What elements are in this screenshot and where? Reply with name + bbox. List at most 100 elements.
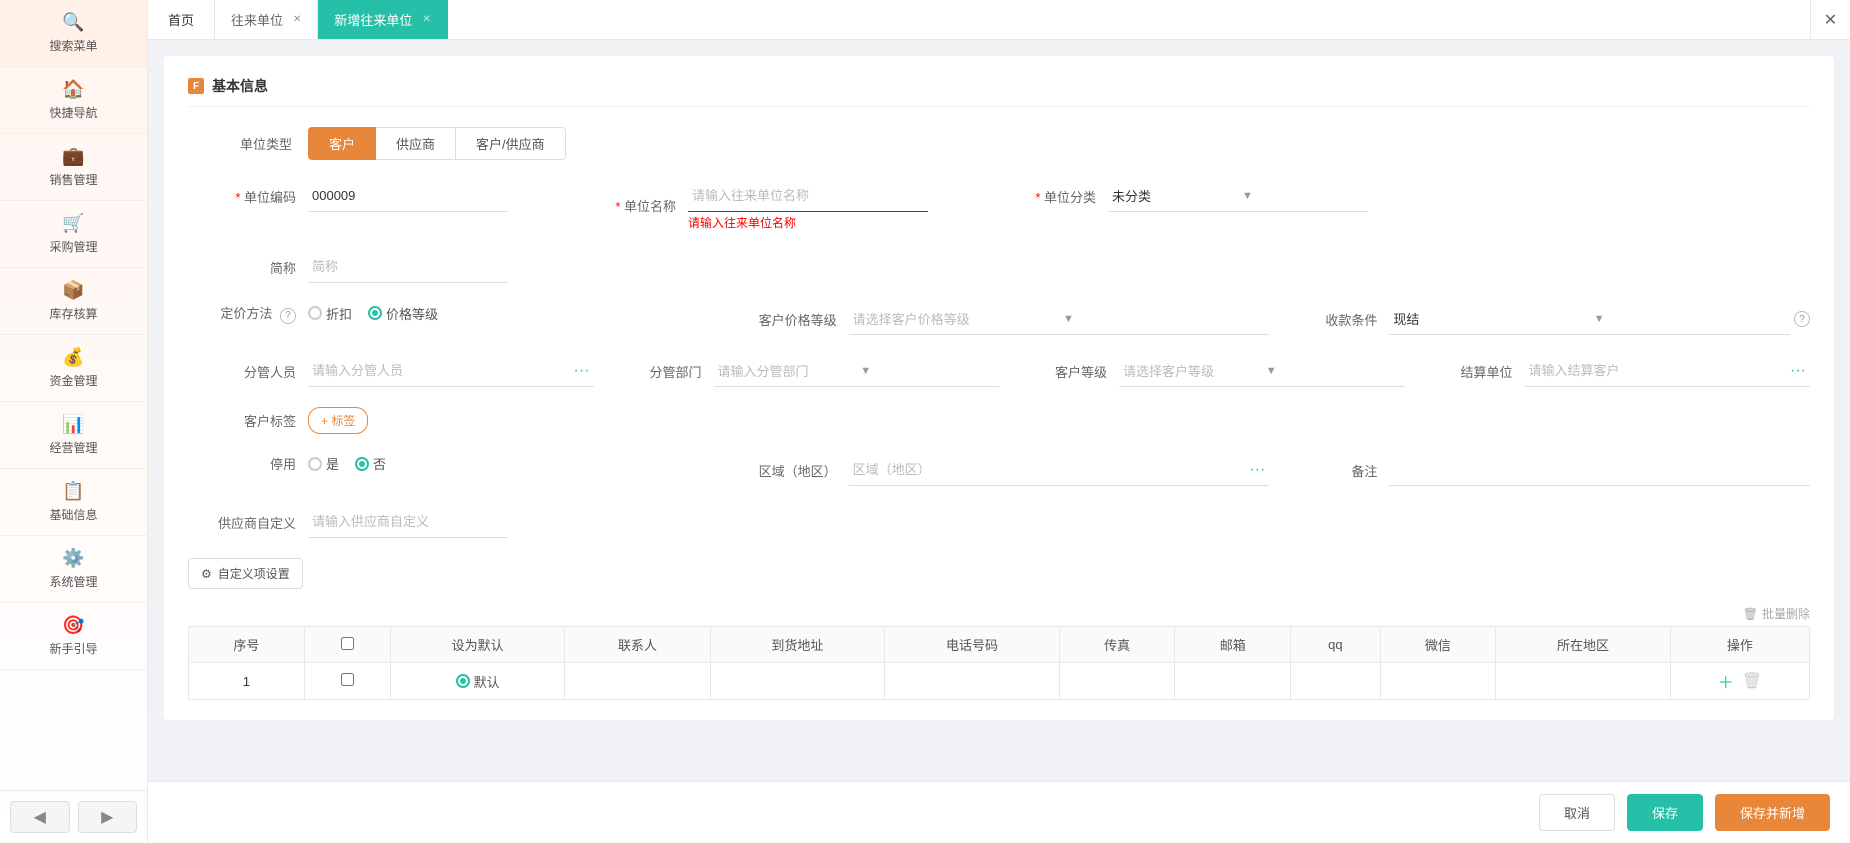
region-label: 区域（地区） xyxy=(729,461,849,480)
sidebar-item-label: 新手引导 xyxy=(49,640,97,657)
custom-settings-btn[interactable]: ⚙ 自定义项设置 xyxy=(188,558,303,589)
unit-code-field: 单位编码 xyxy=(188,180,568,212)
abbreviation-label: 简称 xyxy=(188,258,308,277)
region-input[interactable] xyxy=(849,462,1246,477)
department-select[interactable]: 请输入分管部门 ▼ xyxy=(714,355,1000,387)
pricing-radio-group: 折扣 价格等级 xyxy=(308,304,438,323)
row-default-circle xyxy=(456,674,470,688)
manager-more-btn[interactable]: ··· xyxy=(570,362,594,380)
unit-name-error: 请输入往来单位名称 xyxy=(688,214,988,231)
sidebar-item-guide[interactable]: 🎯 新手引导 xyxy=(0,603,147,670)
sidebar-item-system[interactable]: ⚙️ 系统管理 xyxy=(0,536,147,603)
tab-transactions-label: 往来单位 xyxy=(231,10,283,29)
cell-address xyxy=(710,663,885,700)
tab-home[interactable]: 首页 xyxy=(148,0,215,39)
col-default: 设为默认 xyxy=(390,627,565,663)
region-input-wrapper: ··· xyxy=(849,454,1270,486)
notes-label: 备注 xyxy=(1269,461,1389,480)
pricing-method-field: 定价方法 ? 折扣 价格等级 xyxy=(188,303,729,324)
unit-name-input[interactable] xyxy=(688,180,928,212)
col-seq: 序号 xyxy=(189,627,305,663)
tab-transactions[interactable]: 往来单位 ✕ xyxy=(215,0,318,39)
save-button[interactable]: 保存 xyxy=(1627,794,1703,831)
sidebar-item-quick-nav[interactable]: 🏠 快捷导航 xyxy=(0,67,147,134)
payment-terms-select[interactable]: 现结 ▼ xyxy=(1389,303,1790,335)
unit-code-input[interactable] xyxy=(308,180,508,212)
type-btn-customer[interactable]: 客户 xyxy=(308,127,376,160)
disabled-label: 停用 xyxy=(188,454,308,473)
tab-bar-close-btn[interactable]: ✕ xyxy=(1810,0,1850,39)
col-wechat: 微信 xyxy=(1380,627,1496,663)
tag-btn-label: + 标签 xyxy=(321,412,355,429)
manager-field: 分管人员 ··· xyxy=(188,355,594,387)
row-checkbox[interactable] xyxy=(341,673,354,686)
custom-settings-icon: ⚙ xyxy=(201,567,212,581)
customer-level-field: 客户等级 请选择客户等级 ▼ xyxy=(999,355,1405,387)
sidebar-item-search[interactable]: 🔍 搜索菜单 xyxy=(0,0,147,67)
sidebar-collapse-btn[interactable]: ◀ xyxy=(10,801,70,833)
customer-level-select[interactable]: 请选择客户等级 ▼ xyxy=(1119,355,1405,387)
tab-new-transaction-close[interactable]: ✕ xyxy=(422,14,430,25)
settlement-unit-more-btn[interactable]: ··· xyxy=(1786,362,1810,380)
radio-yes-circle xyxy=(308,457,322,471)
operations-icon: 📊 xyxy=(62,414,84,435)
customer-tag-label: 客户标签 xyxy=(188,411,308,430)
tab-new-transaction-label: 新增往来单位 xyxy=(334,10,412,29)
unit-category-select[interactable]: 未分类 ▼ xyxy=(1108,180,1368,212)
customer-price-level-select[interactable]: 请选择客户价格等级 ▼ xyxy=(849,303,1270,335)
tab-transactions-close[interactable]: ✕ xyxy=(293,14,301,25)
type-btn-both[interactable]: 客户/供应商 xyxy=(456,127,566,160)
department-chevron: ▼ xyxy=(856,365,999,377)
payment-terms-field: 收款条件 现结 ▼ ? xyxy=(1269,303,1810,335)
type-btn-supplier[interactable]: 供应商 xyxy=(376,127,456,160)
payment-terms-info-icon[interactable]: ? xyxy=(1794,311,1810,327)
cell-qq xyxy=(1291,663,1380,700)
customer-level-chevron: ▼ xyxy=(1262,365,1405,377)
section-title: F 基本信息 xyxy=(188,76,1810,107)
cancel-button[interactable]: 取消 xyxy=(1539,794,1615,831)
sidebar-item-purchase[interactable]: 🛒 采购管理 xyxy=(0,201,147,268)
row-add-btn[interactable]: ＋ xyxy=(1718,669,1734,693)
radio-level-circle xyxy=(368,306,382,320)
radio-discount[interactable]: 折扣 xyxy=(308,304,352,323)
notes-field: 备注 xyxy=(1269,454,1810,486)
col-region: 所在地区 xyxy=(1496,627,1671,663)
row-default-radio[interactable]: 默认 xyxy=(399,672,557,691)
pricing-method-info-icon[interactable]: ? xyxy=(280,308,296,324)
sidebar-expand-btn[interactable]: ▶ xyxy=(78,801,138,833)
select-all-checkbox[interactable] xyxy=(341,637,354,650)
sidebar-item-inventory[interactable]: 📦 库存核算 xyxy=(0,268,147,335)
tab-new-transaction[interactable]: 新增往来单位 ✕ xyxy=(318,0,447,39)
manager-input-wrapper: ··· xyxy=(308,355,594,387)
customer-tag-field: 客户标签 + 标签 xyxy=(188,407,1810,434)
sidebar-item-sales[interactable]: 💼 销售管理 xyxy=(0,134,147,201)
content-area: F 基本信息 单位类型 客户 供应商 客户/供应商 单位编码 xyxy=(148,40,1850,781)
settlement-unit-input[interactable] xyxy=(1525,363,1787,378)
radio-yes[interactable]: 是 xyxy=(308,454,339,473)
sidebar-item-basic-info[interactable]: 📋 基础信息 xyxy=(0,469,147,536)
sidebar-item-label: 资金管理 xyxy=(49,372,97,389)
manager-label: 分管人员 xyxy=(188,362,308,381)
sidebar-item-operations[interactable]: 📊 经营管理 xyxy=(0,402,147,469)
abbreviation-input[interactable] xyxy=(308,251,508,283)
batch-delete-btn[interactable]: 🗑 批量删除 xyxy=(188,605,1810,622)
unit-category-label: 单位分类 xyxy=(988,187,1108,206)
sidebar: 🔍 搜索菜单 🏠 快捷导航 💼 销售管理 🛒 采购管理 📦 库存核算 💰 资金管… xyxy=(0,0,148,843)
notes-input[interactable] xyxy=(1389,454,1810,486)
radio-price-level[interactable]: 价格等级 xyxy=(368,304,438,323)
pricing-method-label: 定价方法 ? xyxy=(188,303,308,324)
form-row-manager: 分管人员 ··· 分管部门 请输入分管部门 ▼ 客户等级 xyxy=(188,355,1810,387)
home-icon: 🏠 xyxy=(62,79,84,100)
manager-input[interactable] xyxy=(308,363,570,378)
sidebar-item-label: 搜索菜单 xyxy=(49,37,97,54)
department-field: 分管部门 请输入分管部门 ▼ xyxy=(594,355,1000,387)
row-delete-btn[interactable]: 🗑 xyxy=(1742,671,1762,691)
supplier-custom-label: 供应商自定义 xyxy=(188,513,308,532)
cell-phone xyxy=(885,663,1060,700)
save-and-new-button[interactable]: 保存并新增 xyxy=(1715,794,1830,831)
add-tag-btn[interactable]: + 标签 xyxy=(308,407,368,434)
supplier-custom-input[interactable] xyxy=(308,506,508,538)
radio-no[interactable]: 否 xyxy=(355,454,386,473)
region-more-btn[interactable]: ··· xyxy=(1245,461,1269,479)
sidebar-item-finance[interactable]: 💰 资金管理 xyxy=(0,335,147,402)
